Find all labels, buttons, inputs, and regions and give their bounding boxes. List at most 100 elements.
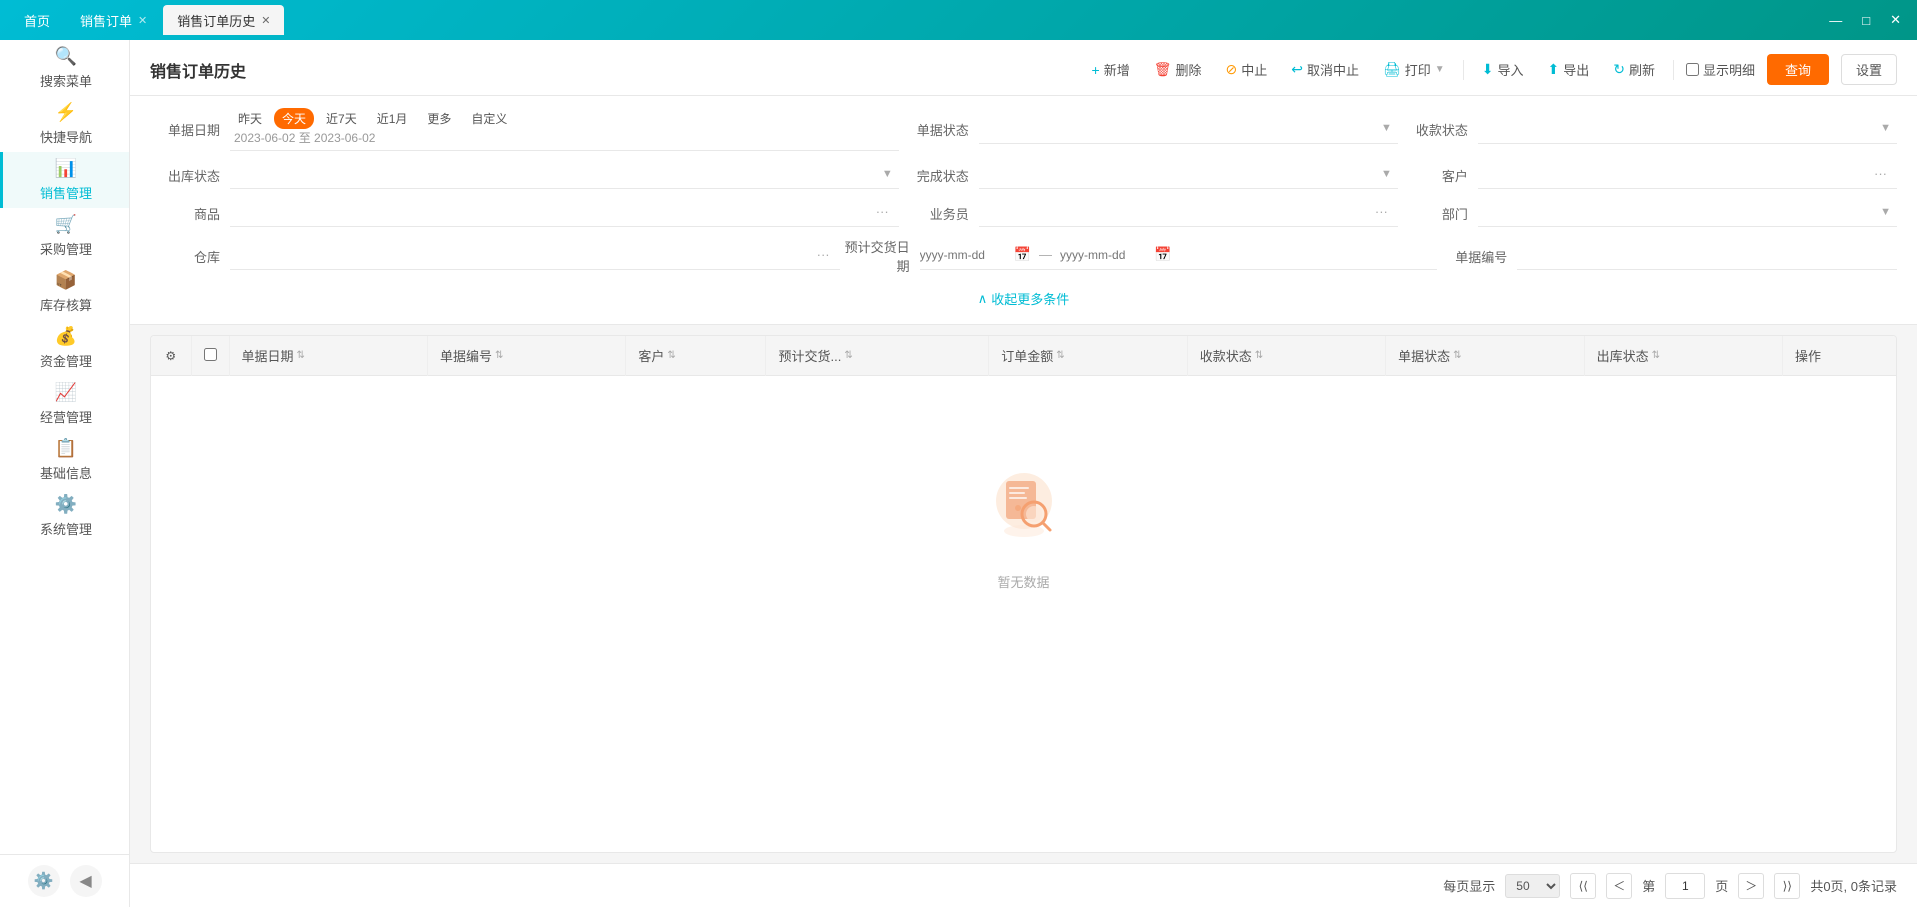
settings-btn[interactable]: 设置 [1841, 54, 1897, 85]
collapse-up-icon: ∧ [978, 291, 988, 307]
sidebar-item-purchase-mgmt[interactable]: 🛒 采购管理 [0, 208, 129, 264]
toolbar-divider1 [1463, 60, 1464, 80]
sidebar-item-inventory[interactable]: 📦 库存核算 [0, 264, 129, 320]
th-check[interactable] [191, 336, 229, 376]
prev-page-btn[interactable]: ＜ [1606, 873, 1632, 899]
calendar-end-icon[interactable]: 📅 [1154, 246, 1171, 263]
completion-status-control: ▼ [979, 161, 1398, 189]
calendar-start-icon[interactable]: 📅 [1014, 246, 1031, 263]
goods-select[interactable]: ··· [230, 202, 899, 221]
filter-col-completion: 完成状态 ▼ [899, 161, 1398, 189]
tab-sales-order-history-close[interactable]: ✕ [261, 14, 270, 27]
table-wrapper: ⚙ 单据日期 ⇅ 单据编号 ⇅ [150, 335, 1897, 853]
dept-arrow-icon: ▼ [1880, 206, 1891, 218]
salesperson-dots-icon[interactable]: ··· [1371, 204, 1392, 219]
show-cols-checkbox[interactable] [1686, 63, 1699, 76]
sidebar-item-operations[interactable]: 📈 经营管理 [0, 376, 129, 432]
collapse-btn[interactable]: ∧ 收起更多条件 [974, 285, 1074, 312]
query-btn[interactable]: 查询 [1767, 54, 1829, 85]
date-chip-custom[interactable]: 自定义 [463, 108, 515, 129]
th-actions: 操作 [1783, 336, 1896, 376]
sidebar-collapse-btn[interactable]: ◀ [70, 865, 102, 897]
select-all-checkbox[interactable] [204, 348, 217, 361]
date-chip-yesterday[interactable]: 昨天 [230, 108, 270, 129]
sidebar-item-search-menu[interactable]: 🔍 搜索菜单 [0, 40, 129, 96]
date-chip-1month[interactable]: 近1月 [369, 108, 416, 129]
th-number[interactable]: 单据编号 ⇅ [427, 336, 625, 376]
sidebar-item-quick-nav[interactable]: ⚡ 快捷导航 [0, 96, 129, 152]
stop-btn[interactable]: ⊘ 中止 [1220, 56, 1274, 83]
filter-col-customer: 客户 ··· [1398, 161, 1897, 189]
filter-col-doc-number: 单据编号 [1437, 242, 1897, 270]
expected-date-end[interactable] [1060, 248, 1150, 262]
sidebar-item-sys-mgmt[interactable]: ⚙️ 系统管理 [0, 488, 129, 544]
delete-btn[interactable]: 🗑 删除 [1148, 56, 1208, 83]
refresh-btn[interactable]: ↻ 刷新 [1607, 56, 1661, 83]
date-chip-today[interactable]: 今天 [274, 108, 314, 129]
th-amount[interactable]: 订单金额 ⇅ [989, 336, 1187, 376]
add-btn[interactable]: + 新增 [1086, 56, 1136, 83]
close-btn[interactable]: ✕ [1884, 12, 1907, 28]
tab-home[interactable]: 首页 [10, 5, 64, 35]
print-icon: 🖨 [1383, 61, 1401, 78]
finance-icon: 💰 [55, 326, 77, 347]
tab-sales-order-history[interactable]: 销售订单历史 ✕ [163, 5, 284, 35]
next-page-btn[interactable]: ＞ [1738, 873, 1764, 899]
warehouse-select[interactable]: ··· [230, 245, 840, 264]
outbound-status-select[interactable]: ▼ [230, 166, 899, 182]
filter-col-date: 单据日期 昨天 今天 近7天 近1月 更多 自定义 2023-06-02 至 2… [150, 108, 899, 151]
th-receipt-status[interactable]: 收款状态 ⇅ [1187, 336, 1385, 376]
sys-mgmt-icon: ⚙️ [55, 494, 77, 515]
filter-col-expected-date: 预计交货日期 📅 — 📅 [840, 237, 1438, 275]
th-date[interactable]: 单据日期 ⇅ [229, 336, 427, 376]
dept-select[interactable]: ▼ [1478, 204, 1897, 220]
status-select[interactable]: ▼ [979, 120, 1398, 136]
page-size-label: 每页显示 [1443, 876, 1495, 895]
th-doc-status[interactable]: 单据状态 ⇅ [1386, 336, 1584, 376]
completion-status-select[interactable]: ▼ [979, 166, 1398, 182]
salesperson-select[interactable]: ··· [979, 202, 1398, 221]
tab-sales-order-close[interactable]: ✕ [138, 14, 147, 27]
doc-number-input[interactable] [1517, 253, 1897, 257]
status-label: 单据状态 [899, 120, 979, 139]
receipt-status-select[interactable]: ▼ [1478, 120, 1897, 136]
sort-outbound-icon: ⇅ [1652, 350, 1660, 361]
filter-row-4: 仓库 ··· 预计交货日期 📅 — 📅 [150, 237, 1897, 275]
status-control: ▼ [979, 116, 1398, 144]
print-btn[interactable]: 🖨 打印 ▼ [1377, 56, 1451, 83]
minimize-btn[interactable]: — [1823, 13, 1848, 28]
th-expected-date[interactable]: 预计交货... ⇅ [766, 336, 989, 376]
date-chip-more[interactable]: 更多 [419, 108, 459, 129]
salesperson-label: 业务员 [899, 204, 979, 223]
sidebar-settings-btn[interactable]: ⚙️ [28, 865, 60, 897]
sidebar-item-finance[interactable]: 💰 资金管理 [0, 320, 129, 376]
tab-sales-order[interactable]: 销售订单 ✕ [66, 5, 161, 35]
th-customer[interactable]: 客户 ⇅ [626, 336, 766, 376]
goods-dots-icon[interactable]: ··· [872, 204, 893, 219]
sidebar-item-sales-mgmt[interactable]: 📊 销售管理 [0, 152, 129, 208]
filter-col-doc-status: 单据状态 ▼ [899, 116, 1398, 144]
th-outbound-status[interactable]: 出库状态 ⇅ [1584, 336, 1782, 376]
goods-label: 商品 [150, 204, 230, 223]
last-page-btn[interactable]: ⟩⟩ [1774, 873, 1800, 899]
date-chip-7days[interactable]: 近7天 [318, 108, 365, 129]
export-btn[interactable]: ⬆ 导出 [1541, 56, 1595, 83]
receipt-status-control: ▼ [1478, 116, 1897, 144]
sidebar-item-base-info[interactable]: 📋 基础信息 [0, 432, 129, 488]
expected-date-start[interactable] [920, 248, 1010, 262]
th-gear[interactable]: ⚙ [151, 336, 191, 376]
warehouse-dots-icon[interactable]: ··· [813, 247, 834, 262]
customer-select[interactable]: ··· [1478, 164, 1897, 183]
sort-number-icon: ⇅ [495, 350, 503, 361]
page-input[interactable] [1665, 873, 1705, 899]
import-btn[interactable]: ⬇ 导入 [1476, 56, 1530, 83]
page-size-select[interactable]: 50 10 20 100 [1505, 874, 1560, 898]
filter-col-goods: 商品 ··· [150, 199, 899, 227]
cancel-stop-btn[interactable]: ↩ 取消中止 [1285, 56, 1365, 83]
customer-dots-icon[interactable]: ··· [1870, 166, 1891, 181]
first-page-btn[interactable]: ⟨⟨ [1570, 873, 1596, 899]
show-cols-check[interactable]: 显示明细 [1686, 60, 1755, 79]
maximize-btn[interactable]: □ [1856, 13, 1876, 28]
refresh-icon: ↻ [1613, 61, 1625, 78]
sort-amount-icon: ⇅ [1056, 350, 1064, 361]
